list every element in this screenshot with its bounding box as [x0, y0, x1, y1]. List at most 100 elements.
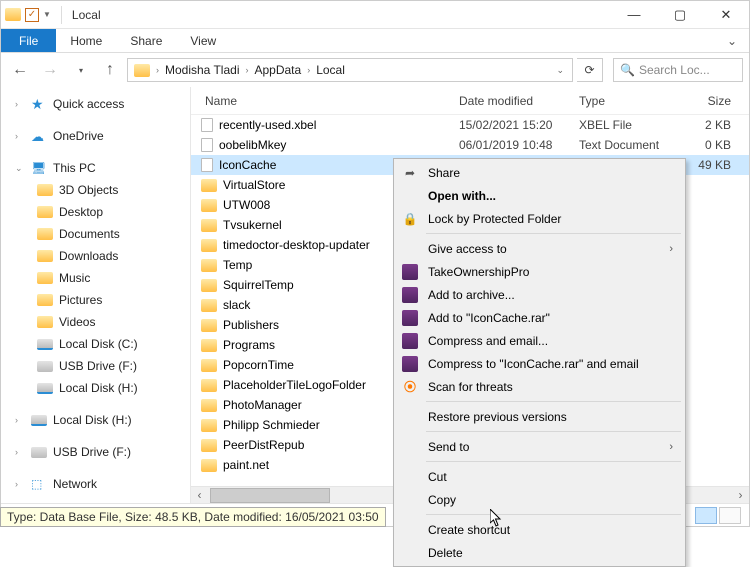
folder-icon — [134, 64, 150, 77]
nav-downloads[interactable]: Downloads — [1, 245, 190, 267]
folder-icon — [5, 8, 21, 21]
maximize-button[interactable]: ▢ — [657, 1, 703, 29]
nav-local-disk-h[interactable]: Local Disk (H:) — [1, 377, 190, 399]
scroll-right-icon[interactable]: › — [732, 488, 749, 502]
file-tab[interactable]: File — [1, 29, 56, 52]
menu-divider — [426, 233, 681, 234]
view-tiles-button[interactable] — [719, 507, 741, 524]
file-type: XBEL File — [579, 118, 689, 132]
menu-item[interactable]: TakeOwnershipPro — [396, 260, 683, 283]
up-button[interactable]: ↑ — [97, 57, 123, 83]
menu-item[interactable]: Open with... — [396, 184, 683, 207]
minimize-button[interactable]: — — [611, 1, 657, 29]
column-headers[interactable]: Name Date modified Type Size — [191, 87, 749, 115]
folder-icon — [201, 359, 217, 372]
search-input[interactable]: 🔍 Search Loc... — [613, 58, 743, 82]
tab-home[interactable]: Home — [56, 29, 116, 52]
column-size[interactable]: Size — [689, 94, 749, 108]
breadcrumb-item[interactable]: Modisha Tladi — [161, 63, 243, 77]
file-row[interactable]: oobelibMkey 06/01/2019 10:48 Text Docume… — [191, 135, 749, 155]
breadcrumb-item[interactable]: Local — [312, 63, 349, 77]
nav-pictures[interactable]: Pictures — [1, 289, 190, 311]
share-icon: ➦ — [402, 165, 418, 181]
ribbon-tabs: File Home Share View ⌄ — [1, 29, 749, 53]
menu-item[interactable]: 🔒Lock by Protected Folder — [396, 207, 683, 230]
menu-item[interactable]: Create shortcut — [396, 518, 683, 541]
scroll-left-icon[interactable]: ‹ — [191, 488, 208, 502]
search-icon: 🔍 — [620, 63, 635, 77]
menu-item[interactable]: ⦿ Scan for threats — [396, 375, 683, 398]
nav-3d-objects[interactable]: 3D Objects — [1, 179, 190, 201]
menu-divider — [426, 461, 681, 462]
refresh-button[interactable]: ⟳ — [577, 58, 603, 82]
menu-item[interactable]: Send to › — [396, 435, 683, 458]
menu-item[interactable]: Copy — [396, 488, 683, 511]
address-bar[interactable]: › Modisha Tladi › AppData › Local ⌄ — [127, 58, 573, 82]
folder-icon — [201, 319, 217, 332]
nav-videos[interactable]: Videos — [1, 311, 190, 333]
chevron-right-icon[interactable]: › — [154, 65, 161, 75]
menu-label: Lock by Protected Folder — [428, 212, 561, 226]
ribbon-expand-icon[interactable]: ⌄ — [715, 29, 749, 52]
antivirus-icon: ⦿ — [402, 379, 418, 395]
nav-music[interactable]: Music — [1, 267, 190, 289]
folder-icon — [201, 459, 217, 472]
menu-label: Send to — [428, 440, 469, 454]
view-details-button[interactable] — [695, 507, 717, 524]
context-menu[interactable]: ➦Share Open with... 🔒Lock by Protected Fol… — [393, 158, 686, 567]
menu-label: Cut — [428, 470, 447, 484]
nav-quick-access[interactable]: ›★Quick access — [1, 93, 190, 115]
nav-documents[interactable]: Documents — [1, 223, 190, 245]
forward-button[interactable]: → — [37, 57, 63, 83]
menu-label: Add to "IconCache.rar" — [428, 311, 550, 325]
nav-local-disk-c[interactable]: Local Disk (C:) — [1, 333, 190, 355]
navigation-pane[interactable]: ›★Quick access ›☁OneDrive ⌄🖥This PC 3D O… — [1, 87, 191, 503]
menu-item[interactable]: Cut — [396, 465, 683, 488]
folder-icon — [201, 219, 217, 232]
file-size: 49 KB — [689, 158, 749, 172]
chevron-right-icon[interactable]: › — [305, 65, 312, 75]
title-bar: ✓ ▼ Local — ▢ ✕ — [1, 1, 749, 29]
file-icon — [201, 158, 213, 172]
file-date: 06/01/2019 10:48 — [459, 138, 579, 152]
column-type[interactable]: Type — [579, 94, 689, 108]
menu-label: Open with... — [428, 189, 496, 203]
menu-item[interactable]: Give access to› — [396, 237, 683, 260]
nav-usb-drive-f[interactable]: ›USB Drive (F:) — [1, 441, 190, 463]
qat-properties-icon[interactable]: ✓ — [25, 8, 39, 22]
file-row[interactable]: recently-used.xbel 15/02/2021 15:20 XBEL… — [191, 115, 749, 135]
chevron-right-icon[interactable]: › — [243, 65, 250, 75]
address-dropdown-icon[interactable]: ⌄ — [550, 65, 570, 76]
nav-onedrive[interactable]: ›☁OneDrive — [1, 125, 190, 147]
nav-usb-drive-f[interactable]: USB Drive (F:) — [1, 355, 190, 377]
nav-network[interactable]: ›⬚Network — [1, 473, 190, 495]
nav-this-pc[interactable]: ⌄🖥This PC — [1, 157, 190, 179]
column-name[interactable]: Name — [201, 94, 459, 108]
scroll-thumb[interactable] — [210, 488, 330, 503]
menu-item[interactable]: ➦Share — [396, 161, 683, 184]
nav-desktop[interactable]: Desktop — [1, 201, 190, 223]
column-date[interactable]: Date modified — [459, 94, 579, 108]
menu-item[interactable]: Add to "IconCache.rar" — [396, 306, 683, 329]
nav-local-disk-h[interactable]: ›Local Disk (H:) — [1, 409, 190, 431]
qat-dropdown-icon[interactable]: ▼ — [43, 10, 51, 19]
file-size: 0 KB — [689, 138, 749, 152]
menu-label: TakeOwnershipPro — [428, 265, 529, 279]
chevron-right-icon: › — [669, 441, 673, 453]
folder-icon — [201, 239, 217, 252]
recent-dropdown[interactable]: ▾ — [67, 57, 93, 83]
menu-item[interactable]: Compress to "IconCache.rar" and email — [396, 352, 683, 375]
folder-icon — [201, 419, 217, 432]
menu-item[interactable]: Compress and email... — [396, 329, 683, 352]
folder-icon — [201, 379, 217, 392]
tab-view[interactable]: View — [176, 29, 230, 52]
back-button[interactable]: ← — [7, 57, 33, 83]
menu-item[interactable]: Delete — [396, 541, 683, 564]
menu-divider — [426, 401, 681, 402]
menu-item[interactable]: Add to archive... — [396, 283, 683, 306]
tab-share[interactable]: Share — [116, 29, 176, 52]
menu-label: Scan for threats — [428, 380, 513, 394]
menu-item[interactable]: Restore previous versions — [396, 405, 683, 428]
close-button[interactable]: ✕ — [703, 1, 749, 29]
breadcrumb-item[interactable]: AppData — [250, 63, 305, 77]
